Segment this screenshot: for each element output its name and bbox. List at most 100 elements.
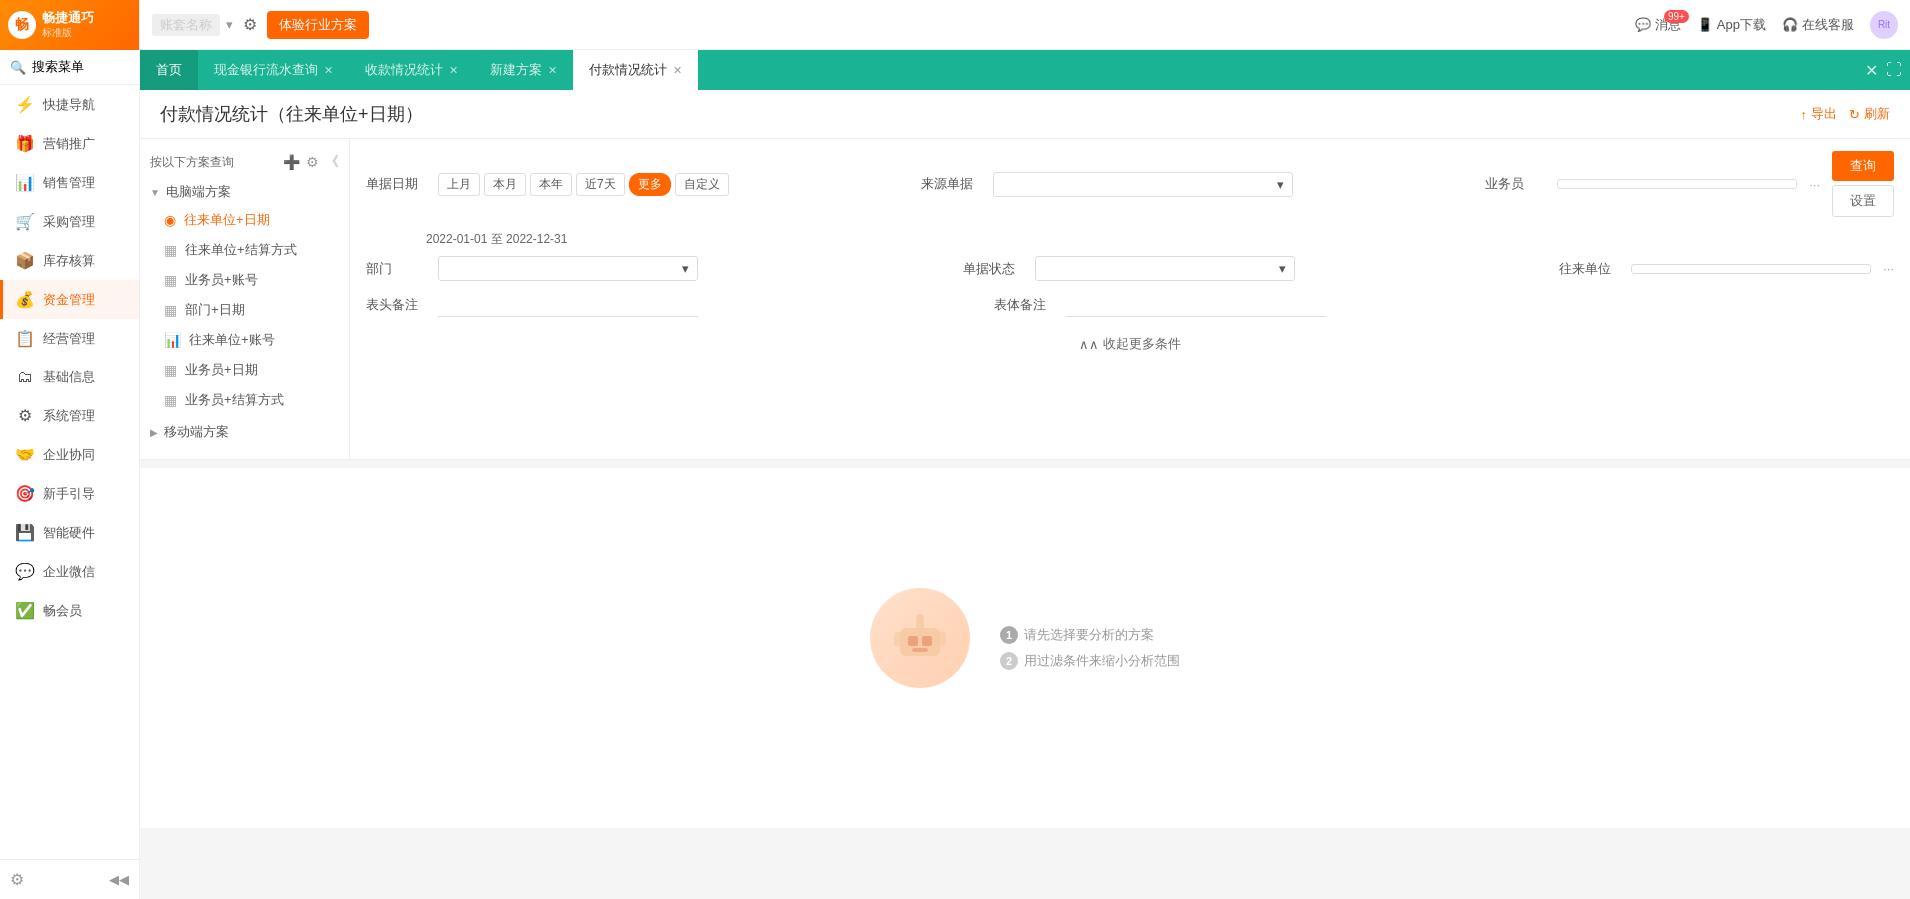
sidebar-item-label: 营销推广 [43,135,95,153]
tab-new-scheme[interactable]: 新建方案 ✕ [474,50,573,90]
sidebar-footer: ⚙ ◀◀ [0,859,139,899]
scheme-item-unit-date[interactable]: ◉ 往来单位+日期 [140,205,349,235]
page-header: 付款情况统计（往来单位+日期） ↑ 导出 ↻ 刷新 [140,90,1910,139]
sidebar-item-sales[interactable]: 📊 销售管理 [0,163,139,202]
filter-row-1: 单据日期 上月 本月 本年 近7天 更多 自定义 来源单据 ▾ [366,151,1894,217]
scheme-add-icon[interactable]: ➕ [283,154,300,170]
sidebar-header: 畅 畅捷通巧 标准版 [0,0,139,50]
partner-more-icon[interactable]: ··· [1883,261,1894,276]
date-btn-last-month[interactable]: 上月 [438,173,480,196]
refresh-btn[interactable]: ↻ 刷新 [1849,105,1890,123]
svg-rect-2 [922,636,932,646]
sidebar-item-quick-nav[interactable]: ⚡ 快捷导航 [0,85,139,124]
date-btn-more[interactable]: 更多 [629,173,671,196]
tip-num-1: 1 [1000,626,1018,644]
scheme-item-unit-account[interactable]: 📊 往来单位+账号 [140,325,349,355]
scheme-item-icon: ▦ [164,362,177,378]
scheme-item-unit-settlement[interactable]: ▦ 往来单位+结算方式 [140,235,349,265]
scheme-collapse-icon[interactable]: 《 [325,153,339,171]
capital-icon: 💰 [15,290,35,309]
body-note-input[interactable] [1066,293,1326,317]
tab-home[interactable]: 首页 [140,50,198,90]
sidebar-item-operation[interactable]: 📋 经营管理 [0,319,139,358]
scheme-item-label: 业务员+账号 [185,271,258,289]
account-chevron-icon: ▾ [226,17,233,32]
sidebar-item-smart-hw[interactable]: 💾 智能硬件 [0,513,139,552]
salesman-more-icon[interactable]: ··· [1809,177,1820,192]
sidebar-item-membership[interactable]: ✅ 畅会员 [0,591,139,630]
tab-close-icon[interactable]: ✕ [324,64,333,77]
scheme-item-salesman-settlement[interactable]: ▦ 业务员+结算方式 [140,385,349,415]
sidebar-item-label: 经营管理 [43,330,95,348]
sidebar-item-sys-mgmt[interactable]: ⚙ 系统管理 [0,396,139,435]
scheme-group-mobile-header[interactable]: ▶ 移动端方案 [140,419,349,445]
doc-status-select[interactable]: ▾ [1035,256,1295,281]
partner-select[interactable] [1631,264,1871,274]
scheme-gear-icon[interactable]: ⚙ [306,154,319,170]
sidebar-item-corp-collab[interactable]: 🤝 企业协同 [0,435,139,474]
user-avatar[interactable]: Rit [1870,11,1898,39]
tab-close-all-btn[interactable]: ✕ [1865,61,1878,80]
page-header-actions: ↑ 导出 ↻ 刷新 [1801,105,1891,123]
tab-home-label: 首页 [156,61,182,79]
tab-close-icon[interactable]: ✕ [449,64,458,77]
sidebar-item-marketing[interactable]: 🎁 营销推广 [0,124,139,163]
guide-icon: 🎯 [15,484,35,503]
doc-status-label: 单据状态 [963,260,1023,278]
sidebar-item-corp-wechat[interactable]: 💬 企业微信 [0,552,139,591]
smart-hw-icon: 💾 [15,523,35,542]
scheme-panel: 按以下方案查询 ➕ ⚙ 《 ▼ 电脑端方案 ◉ 往来单位+日期 [140,139,350,459]
sidebar-settings-icon[interactable]: ⚙ [10,870,24,889]
scheme-panel-header: 按以下方案查询 ➕ ⚙ 《 [140,149,349,179]
service-btn[interactable]: 🎧 在线客服 [1782,16,1854,34]
setting-btn[interactable]: 设置 [1832,185,1894,217]
scheme-item-dept-date[interactable]: ▦ 部门+日期 [140,295,349,325]
tab-close-icon[interactable]: ✕ [548,64,557,77]
tab-bank-flow[interactable]: 现金银行流水查询 ✕ [198,50,349,90]
sidebar-item-purchase[interactable]: 🛒 采购管理 [0,202,139,241]
date-btn-this-month[interactable]: 本月 [484,173,526,196]
date-btn-this-year[interactable]: 本年 [530,173,572,196]
search-menu[interactable]: 🔍 搜索菜单 [0,50,139,85]
sidebar-item-inventory[interactable]: 📦 库存核算 [0,241,139,280]
msg-icon: 💬 [1635,17,1651,32]
date-btn-custom[interactable]: 自定义 [675,173,729,196]
msg-btn[interactable]: 💬 消息 99+ [1635,16,1681,34]
logo-icon: 畅 [8,11,36,39]
salesman-select[interactable] [1557,179,1797,189]
source-select[interactable]: ▾ [993,172,1293,197]
doc-status-chevron-icon: ▾ [1279,261,1286,276]
collapse-more-btn[interactable]: ∧∧ 收起更多条件 [366,329,1894,359]
basic-info-icon: 🗂 [15,368,35,386]
scheme-item-salesman-account[interactable]: ▦ 业务员+账号 [140,265,349,295]
sidebar-collapse-icon[interactable]: ◀◀ [109,872,129,887]
tab-close-icon[interactable]: ✕ [673,64,682,77]
tip-num-2: 2 [1000,652,1018,670]
tip-text-2: 用过滤条件来缩小分析范围 [1024,648,1180,674]
tab-payment-stat[interactable]: 付款情况统计 ✕ [573,50,698,90]
sidebar-item-guide[interactable]: 🎯 新手引导 [0,474,139,513]
sidebar-item-capital[interactable]: 💰 资金管理 [0,280,139,319]
scheme-item-salesman-date[interactable]: ▦ 业务员+日期 [140,355,349,385]
body-note-label: 表体备注 [994,296,1054,314]
sidebar-item-label: 企业协同 [43,446,95,464]
tab-expand-btn[interactable]: ⛶ [1886,61,1902,79]
filter-row-2: 部门 ▾ 单据状态 ▾ 往来单位 ·· [366,256,1894,281]
corp-collab-icon: 🤝 [15,445,35,464]
header-note-input[interactable] [438,293,698,317]
scheme-group-desktop-header[interactable]: ▼ 电脑端方案 [140,179,349,205]
account-selector[interactable]: 账套名称 ▾ [152,14,233,36]
app-download-btn[interactable]: 📱 App下载 [1697,16,1766,34]
dept-select[interactable]: ▾ [438,256,698,281]
date-btn-last-7days[interactable]: 近7天 [576,173,625,196]
sidebar-item-basic-info[interactable]: 🗂 基础信息 [0,358,139,396]
source-label: 来源单据 [921,175,981,193]
export-btn[interactable]: ↑ 导出 [1801,105,1838,123]
query-btn[interactable]: 查询 [1832,151,1894,181]
topbar-gear-icon[interactable]: ⚙ [243,15,257,34]
trial-btn[interactable]: 体验行业方案 [267,11,369,39]
topbar: 账套名称 ▾ ⚙ 体验行业方案 💬 消息 99+ 📱 App下载 🎧 在线客服 … [140,0,1910,50]
scheme-group-mobile: ▶ 移动端方案 [140,419,349,445]
content-area: 付款情况统计（往来单位+日期） ↑ 导出 ↻ 刷新 按以下方案查询 ➕ [140,90,1910,899]
tab-receipt-stat[interactable]: 收款情况统计 ✕ [349,50,474,90]
